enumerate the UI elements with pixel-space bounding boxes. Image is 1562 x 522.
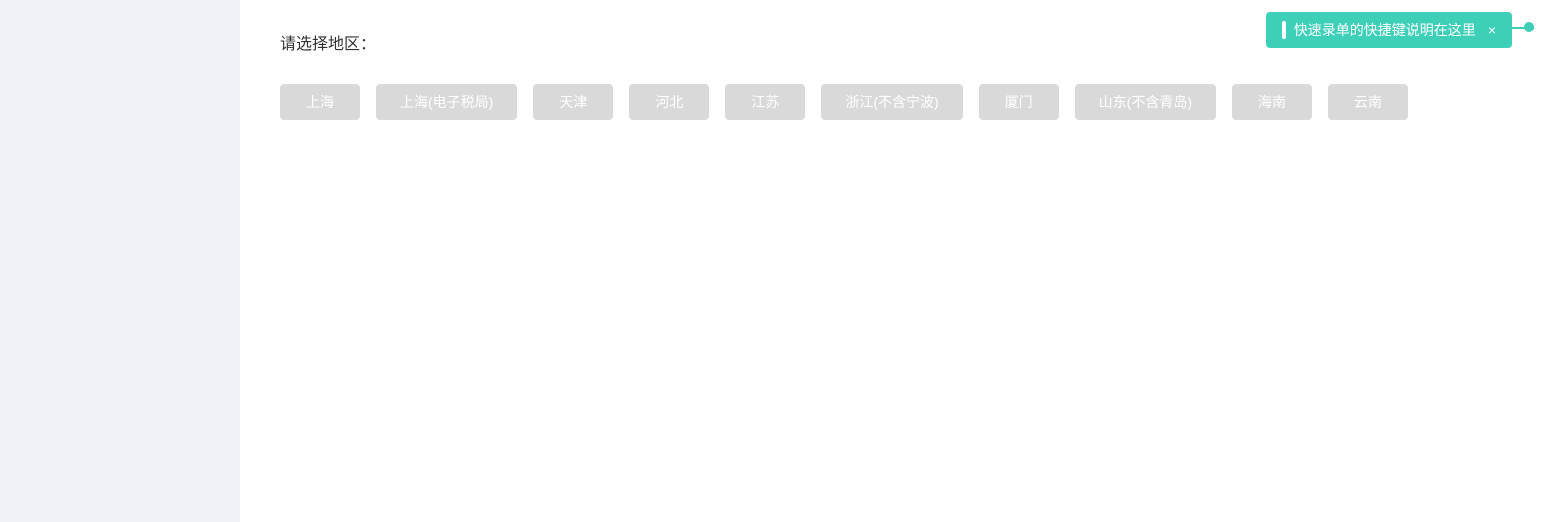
left-sidebar — [0, 0, 240, 522]
region-button-xiamen[interactable]: 厦门 — [979, 84, 1059, 120]
region-buttons: 上海上海(电子税局) 天津河北江苏浙江(不含宁波) 厦门山东(不含青岛) 海南云南 — [280, 84, 1522, 120]
region-button-shanghai-etax[interactable]: 上海(电子税局) — [376, 84, 517, 120]
region-button-zhejiang[interactable]: 浙江(不含宁波) — [821, 84, 962, 120]
region-button-jiangsu[interactable]: 江苏 — [725, 84, 805, 120]
tooltip-banner: 快速录单的快捷键说明在这里 × — [1266, 12, 1512, 48]
region-button-yunnan[interactable]: 云南 — [1328, 84, 1408, 120]
region-button-shandong[interactable]: 山东(不含青岛) — [1075, 84, 1216, 120]
main-content: 请选择地区： 上海上海(电子税局)天津河北江苏浙江(不含宁波)厦门山东(不含青岛… — [240, 0, 1562, 522]
tooltip-bar-icon — [1282, 21, 1286, 39]
tooltip-text: 快速录单的快捷键说明在这里 — [1294, 20, 1476, 40]
region-button-shanghai[interactable]: 上海 — [280, 84, 360, 120]
tooltip-close-button[interactable]: × — [1488, 22, 1496, 38]
region-button-hebei[interactable]: 河北 — [629, 84, 709, 120]
tooltip-dot — [1524, 22, 1534, 32]
region-button-hainan[interactable]: 海南 — [1232, 84, 1312, 120]
region-button-tianjin[interactable]: 天津 — [533, 84, 613, 120]
